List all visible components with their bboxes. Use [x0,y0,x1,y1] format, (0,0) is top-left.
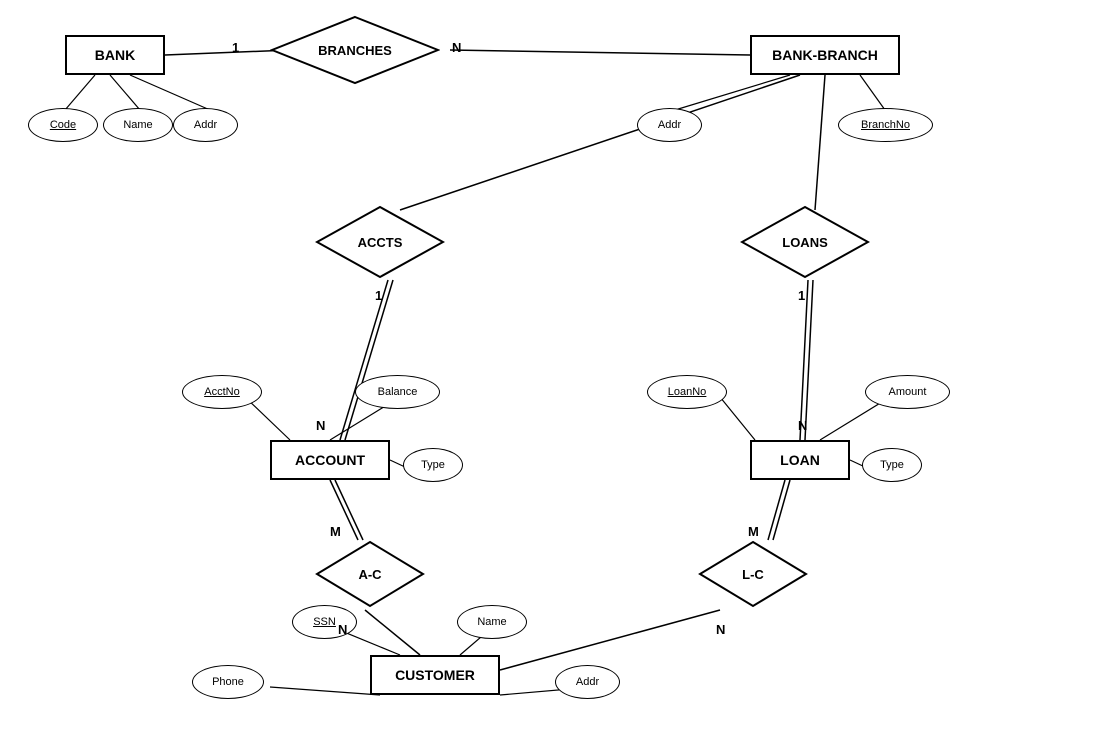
attr-acct-acctno-label: AcctNo [204,386,239,398]
relationship-ac: A-C [315,540,425,608]
attr-cust-phone: Phone [192,665,264,699]
relationship-loans: LOANS [740,205,870,280]
attr-cust-addr: Addr [555,665,620,699]
attr-acct-type-label: Type [421,459,445,471]
attr-cust-phone-label: Phone [212,676,244,688]
er-diagram: BANK BANK-BRANCH ACCOUNT LOAN CUSTOMER B… [0,0,1097,732]
connection-lines [0,0,1097,732]
attr-bb-branchno: BranchNo [838,108,933,142]
cardinality-accts-n: N [316,418,325,433]
relationship-lc-label: L-C [742,567,764,582]
relationship-accts: ACCTS [315,205,445,280]
relationship-branches: BRANCHES [270,15,440,85]
attr-cust-name: Name [457,605,527,639]
cardinality-loans-1: 1 [798,288,805,303]
relationship-branches-label: BRANCHES [318,43,392,58]
attr-bb-addr-label: Addr [658,119,681,131]
entity-loan: LOAN [750,440,850,480]
cardinality-branches-1: 1 [232,40,239,55]
cardinality-lc-n: N [716,622,725,637]
cardinality-lc-m: M [748,524,759,539]
attr-cust-ssn-label: SSN [313,616,336,628]
attr-cust-addr-label: Addr [576,676,599,688]
entity-loan-label: LOAN [780,452,820,468]
attr-bank-name: Name [103,108,173,142]
attr-bank-name-label: Name [123,119,152,131]
cardinality-ac-m: M [330,524,341,539]
attr-acct-type: Type [403,448,463,482]
entity-bank-label: BANK [95,47,135,63]
attr-cust-name-label: Name [477,616,506,628]
entity-account-label: ACCOUNT [295,452,365,468]
attr-loan-amount-label: Amount [889,386,927,398]
attr-loan-loanno-label: LoanNo [668,386,707,398]
relationship-lc: L-C [698,540,808,608]
relationship-accts-label: ACCTS [358,235,403,250]
attr-bank-addr-label: Addr [194,119,217,131]
entity-customer: CUSTOMER [370,655,500,695]
attr-acct-acctno: AcctNo [182,375,262,409]
attr-loan-loanno: LoanNo [647,375,727,409]
attr-acct-balance-label: Balance [378,386,418,398]
cardinality-branches-n: N [452,40,461,55]
cardinality-loans-n: N [798,418,807,433]
entity-bank-branch: BANK-BRANCH [750,35,900,75]
attr-loan-amount: Amount [865,375,950,409]
entity-customer-label: CUSTOMER [395,667,475,683]
relationship-ac-label: A-C [358,567,381,582]
attr-bb-branchno-label: BranchNo [861,119,910,131]
relationship-loans-label: LOANS [782,235,828,250]
entity-account: ACCOUNT [270,440,390,480]
attr-loan-type-label: Type [880,459,904,471]
attr-bank-code-label: Code [50,119,76,131]
cardinality-accts-1: 1 [375,288,382,303]
entity-bank-branch-label: BANK-BRANCH [772,47,878,63]
attr-bank-addr: Addr [173,108,238,142]
attr-acct-balance: Balance [355,375,440,409]
cardinality-ac-n: N [338,622,347,637]
attr-loan-type: Type [862,448,922,482]
attr-bank-code: Code [28,108,98,142]
attr-bb-addr: Addr [637,108,702,142]
entity-bank: BANK [65,35,165,75]
